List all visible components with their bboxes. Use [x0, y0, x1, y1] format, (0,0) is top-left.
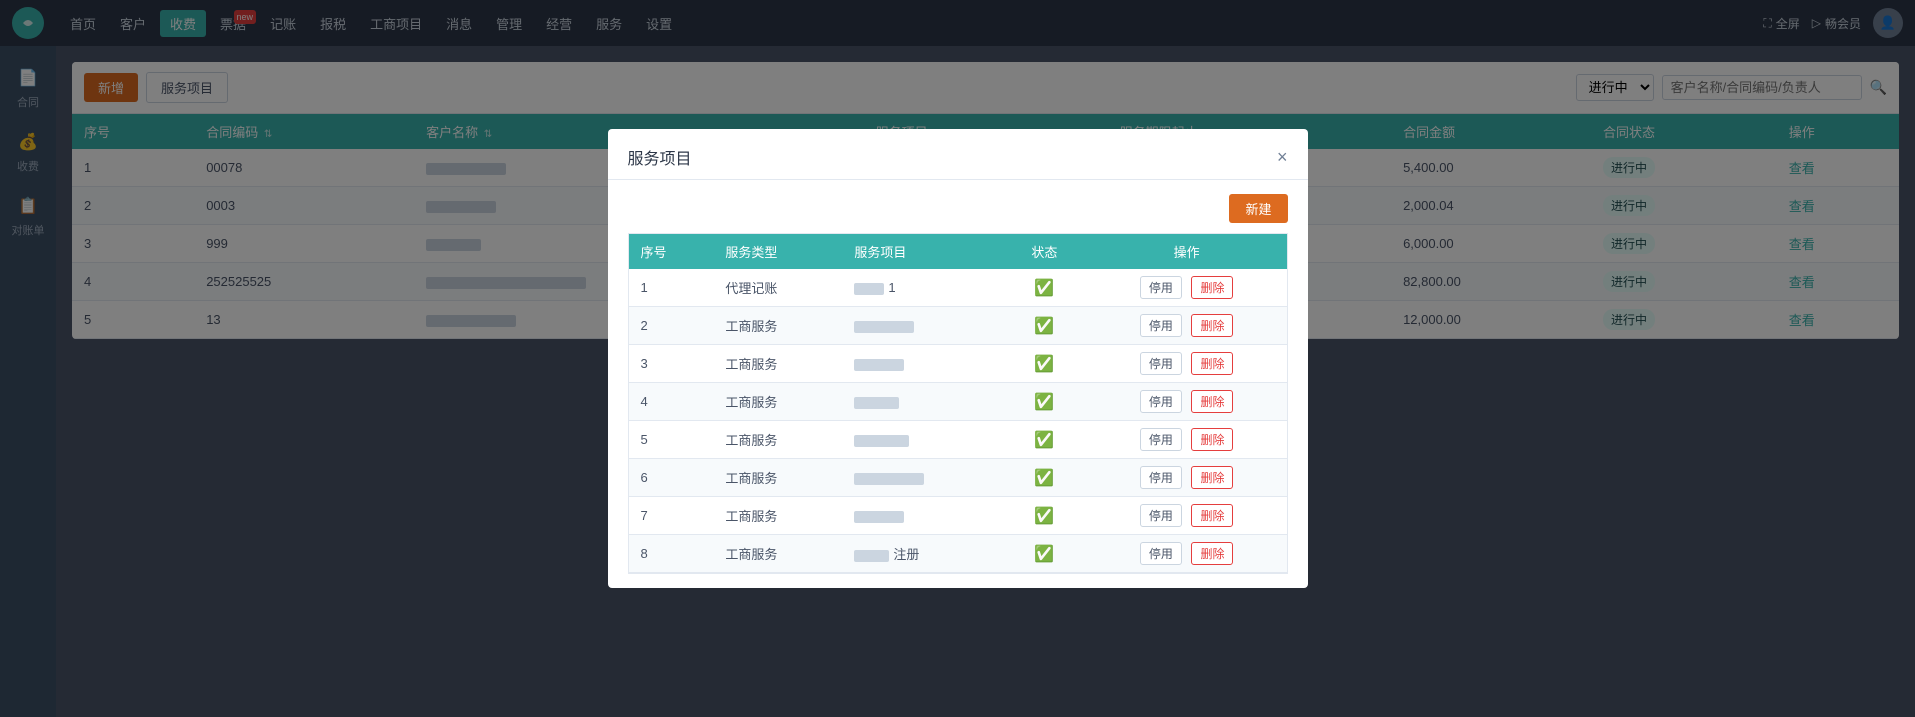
status-check-icon: ✅: [1034, 508, 1054, 525]
modal-cell-item: [842, 459, 1002, 497]
status-check-icon: ✅: [1034, 318, 1054, 335]
stop-button[interactable]: 停用: [1140, 276, 1182, 299]
stop-button[interactable]: 停用: [1140, 428, 1182, 451]
modal-title: 服务项目: [628, 145, 692, 169]
modal-cell-item: [842, 497, 1002, 535]
modal-cell-item: [842, 421, 1002, 459]
modal-cell-seq: 6: [629, 459, 714, 497]
stop-button[interactable]: 停用: [1140, 390, 1182, 413]
modal-cell-type: 工商服务: [713, 421, 842, 459]
modal-col-type: 服务类型: [713, 234, 842, 269]
new-service-button[interactable]: 新建: [1229, 194, 1287, 223]
modal-cell-seq: 7: [629, 497, 714, 535]
modal-cell-type: 工商服务: [713, 345, 842, 383]
delete-button[interactable]: 删除: [1191, 390, 1233, 413]
modal-cell-seq: 1: [629, 269, 714, 307]
modal-col-item: 服务项目: [842, 234, 1002, 269]
delete-button[interactable]: 删除: [1191, 466, 1233, 489]
modal-cell-status: ✅: [1002, 307, 1087, 345]
modal-cell-status: ✅: [1002, 459, 1087, 497]
delete-button[interactable]: 删除: [1191, 542, 1233, 565]
modal-cell-action: 停用 删除: [1087, 535, 1287, 573]
delete-button[interactable]: 删除: [1191, 352, 1233, 375]
status-check-icon: ✅: [1034, 470, 1054, 487]
status-check-icon: ✅: [1034, 394, 1054, 411]
list-item: 1 代理记账 1 ✅ 停用 删除: [629, 269, 1287, 307]
modal-col-status: 状态: [1002, 234, 1087, 269]
modal-cell-type: 工商服务: [713, 307, 842, 345]
modal-cell-type: 工商服务: [713, 383, 842, 421]
modal-overlay: 服务项目 × 新建 序号 服务类型 服务项目 状态 操作: [0, 0, 1915, 717]
modal-cell-item: 注册: [842, 535, 1002, 573]
modal-cell-item: 1: [842, 269, 1002, 307]
modal-cell-item: [842, 307, 1002, 345]
modal-cell-action: 停用 删除: [1087, 421, 1287, 459]
stop-button[interactable]: 停用: [1140, 352, 1182, 375]
modal-cell-seq: 5: [629, 421, 714, 459]
modal-cell-action: 停用 删除: [1087, 345, 1287, 383]
status-check-icon: ✅: [1034, 280, 1054, 297]
modal-toolbar: 新建: [628, 194, 1288, 223]
modal-cell-item: [842, 383, 1002, 421]
modal-cell-status: ✅: [1002, 421, 1087, 459]
service-table: 序号 服务类型 服务项目 状态 操作 1 代理记账 1 ✅ 停用 删除 2: [629, 234, 1287, 573]
modal-col-seq: 序号: [629, 234, 714, 269]
stop-button[interactable]: 停用: [1140, 314, 1182, 337]
modal-cell-status: ✅: [1002, 269, 1087, 307]
modal-cell-type: 工商服务: [713, 497, 842, 535]
stop-button[interactable]: 停用: [1140, 504, 1182, 527]
modal-cell-type: 工商服务: [713, 535, 842, 573]
status-check-icon: ✅: [1034, 432, 1054, 449]
modal-col-action: 操作: [1087, 234, 1287, 269]
list-item: 5 工商服务 ✅ 停用 删除: [629, 421, 1287, 459]
modal-table-wrap[interactable]: 序号 服务类型 服务项目 状态 操作 1 代理记账 1 ✅ 停用 删除 2: [628, 233, 1288, 574]
modal-cell-status: ✅: [1002, 383, 1087, 421]
list-item: 7 工商服务 ✅ 停用 删除: [629, 497, 1287, 535]
list-item: 8 工商服务 注册 ✅ 停用 删除: [629, 535, 1287, 573]
modal-header: 服务项目 ×: [608, 129, 1308, 180]
list-item: 6 工商服务 ✅ 停用 删除: [629, 459, 1287, 497]
modal-cell-action: 停用 删除: [1087, 497, 1287, 535]
modal-cell-item: [842, 345, 1002, 383]
delete-button[interactable]: 删除: [1191, 276, 1233, 299]
stop-button[interactable]: 停用: [1140, 542, 1182, 565]
delete-button[interactable]: 删除: [1191, 504, 1233, 527]
modal-cell-action: 停用 删除: [1087, 307, 1287, 345]
stop-button[interactable]: 停用: [1140, 466, 1182, 489]
status-check-icon: ✅: [1034, 356, 1054, 373]
modal-cell-type: 工商服务: [713, 459, 842, 497]
modal-cell-action: 停用 删除: [1087, 383, 1287, 421]
modal-cell-action: 停用 删除: [1087, 269, 1287, 307]
modal-body: 新建 序号 服务类型 服务项目 状态 操作 1 代理记账: [608, 180, 1308, 588]
modal-cell-status: ✅: [1002, 345, 1087, 383]
status-check-icon: ✅: [1034, 546, 1054, 563]
modal-cell-type: 代理记账: [713, 269, 842, 307]
list-item: 4 工商服务 ✅ 停用 删除: [629, 383, 1287, 421]
modal-cell-status: ✅: [1002, 535, 1087, 573]
modal-cell-seq: 4: [629, 383, 714, 421]
modal-cell-status: ✅: [1002, 497, 1087, 535]
delete-button[interactable]: 删除: [1191, 314, 1233, 337]
list-item: 2 工商服务 ✅ 停用 删除: [629, 307, 1287, 345]
list-item: 3 工商服务 ✅ 停用 删除: [629, 345, 1287, 383]
delete-button[interactable]: 删除: [1191, 428, 1233, 451]
modal-close-button[interactable]: ×: [1277, 148, 1288, 166]
service-modal: 服务项目 × 新建 序号 服务类型 服务项目 状态 操作: [608, 129, 1308, 588]
modal-cell-seq: 2: [629, 307, 714, 345]
modal-cell-seq: 8: [629, 535, 714, 573]
modal-cell-action: 停用 删除: [1087, 459, 1287, 497]
modal-cell-seq: 3: [629, 345, 714, 383]
